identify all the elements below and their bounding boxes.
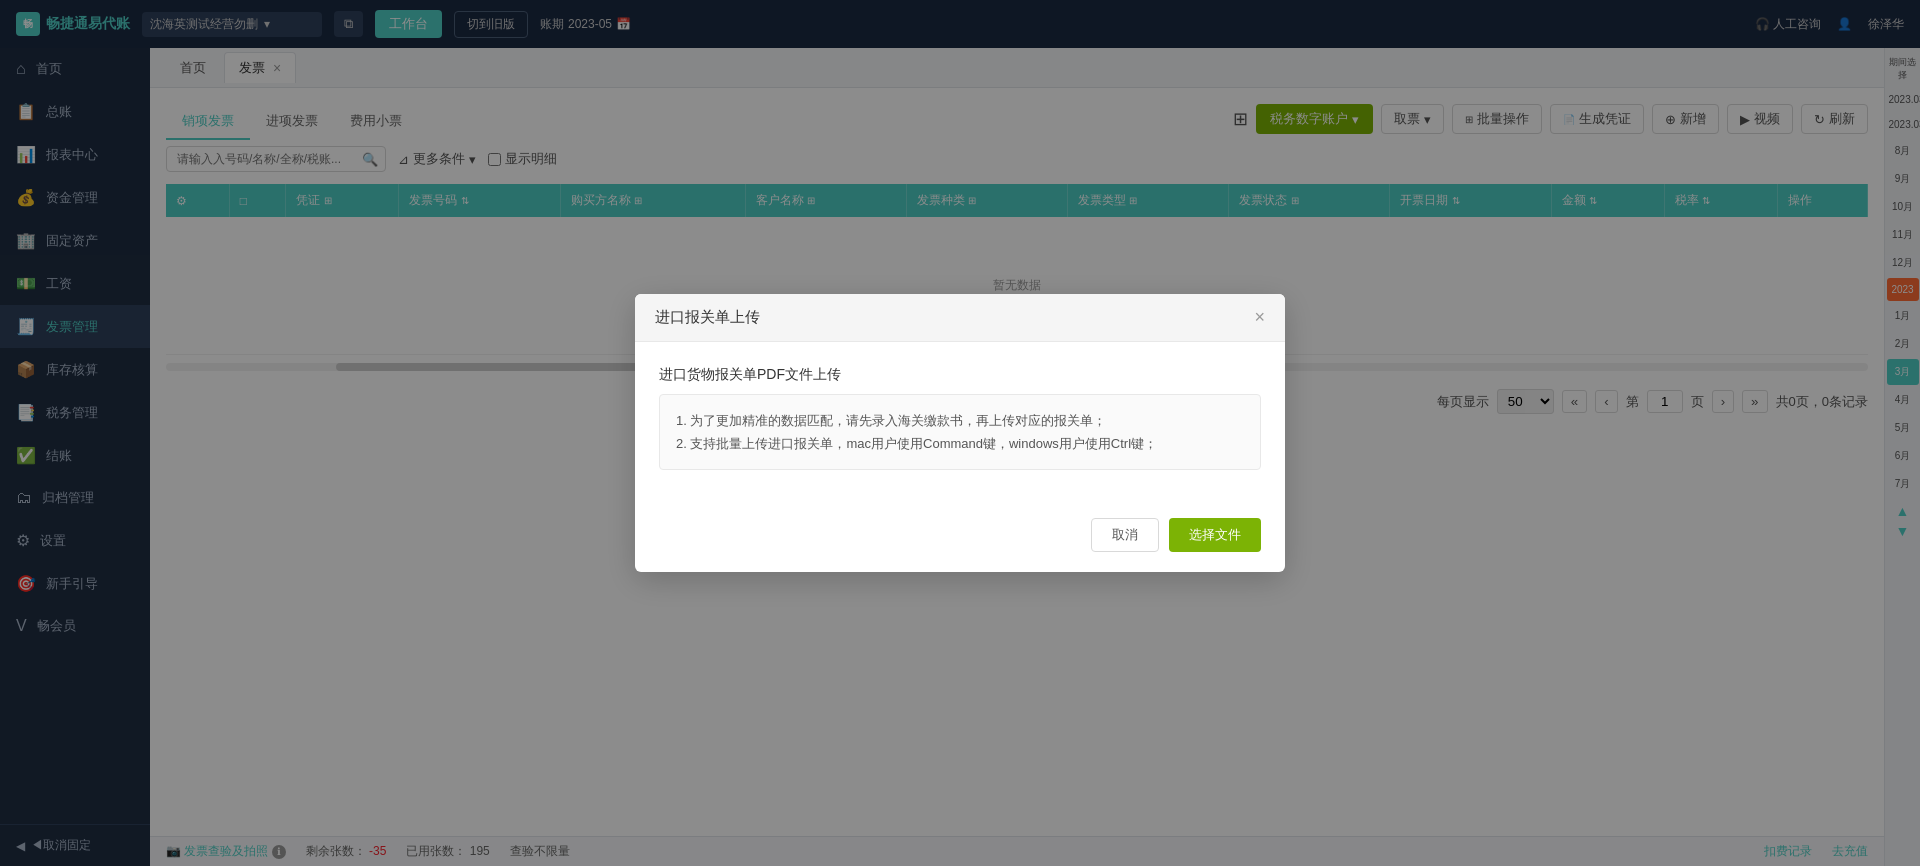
modal-body: 进口货物报关单PDF文件上传 1. 为了更加精准的数据匹配，请先录入海关缴款书，… (635, 342, 1285, 507)
modal-cancel-button[interactable]: 取消 (1091, 518, 1159, 552)
modal-overlay[interactable]: 进口报关单上传 × 进口货物报关单PDF文件上传 1. 为了更加精准的数据匹配，… (0, 0, 1920, 866)
import-modal: 进口报关单上传 × 进口货物报关单PDF文件上传 1. 为了更加精准的数据匹配，… (635, 294, 1285, 573)
modal-section-title: 进口货物报关单PDF文件上传 (659, 366, 1261, 384)
modal-info-2: 2. 支持批量上传进口报关单，mac用户使用Command键，windows用户… (676, 432, 1244, 455)
modal-info-1: 1. 为了更加精准的数据匹配，请先录入海关缴款书，再上传对应的报关单； (676, 409, 1244, 432)
modal-select-file-button[interactable]: 选择文件 (1169, 518, 1261, 552)
modal-title: 进口报关单上传 (655, 308, 760, 327)
modal-footer: 取消 选择文件 (635, 506, 1285, 572)
modal-close-button[interactable]: × (1254, 308, 1265, 326)
modal-header: 进口报关单上传 × (635, 294, 1285, 342)
modal-info-box: 1. 为了更加精准的数据匹配，请先录入海关缴款书，再上传对应的报关单； 2. 支… (659, 394, 1261, 471)
